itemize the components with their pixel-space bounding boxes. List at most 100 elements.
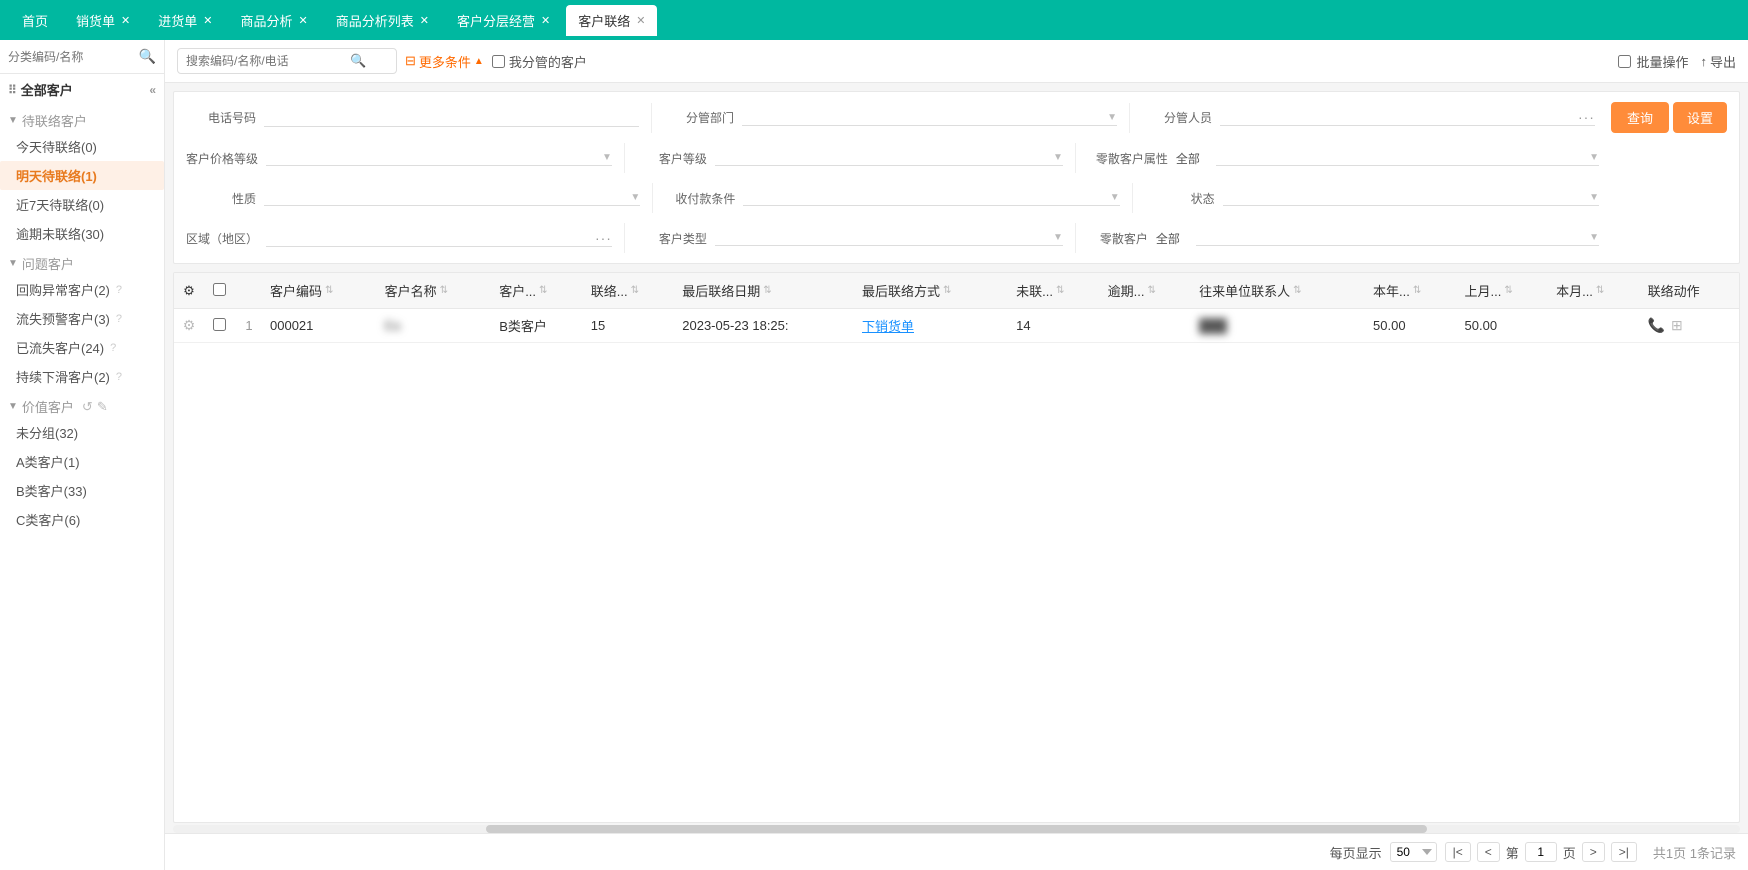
- col-unit-contacts-sort-icon[interactable]: ⇅: [1293, 285, 1301, 296]
- col-type-sort-icon[interactable]: ⇅: [539, 285, 547, 296]
- filter-dept-select[interactable]: ▼: [742, 110, 1117, 126]
- col-name-header: 客户名称 ⇅: [379, 273, 494, 309]
- col-contact-count-sort-icon[interactable]: ⇅: [631, 285, 639, 296]
- row-gear-cell: ⚙: [174, 309, 204, 343]
- filter-payment-select[interactable]: ▼: [743, 190, 1119, 206]
- sidebar-item-abnormal[interactable]: 回购异常客户(2) ?: [0, 275, 164, 304]
- filter-dept-label: 分管部门: [664, 109, 734, 126]
- lost-help-icon[interactable]: ?: [110, 342, 116, 354]
- col-last-month-sort-icon[interactable]: ⇅: [1504, 285, 1512, 296]
- abnormal-help-icon[interactable]: ?: [116, 284, 122, 296]
- nav-customer-tier[interactable]: 客户分层经营 ✕: [445, 5, 562, 36]
- sidebar-item-overdue[interactable]: 逾期未联络(30): [0, 219, 164, 248]
- filter-price-tier-select[interactable]: ▼: [266, 150, 612, 166]
- last-page-btn[interactable]: >|: [1611, 842, 1637, 862]
- sidebar-item-week[interactable]: 近7天待联络(0): [0, 190, 164, 219]
- sidebar-search-icon[interactable]: 🔍: [139, 48, 156, 65]
- filter-region-dots[interactable]: ···: [595, 230, 612, 246]
- horizontal-scrollbar[interactable]: [173, 825, 1740, 833]
- nav-customer-tier-close[interactable]: ✕: [541, 14, 550, 27]
- prev-page-btn[interactable]: <: [1477, 842, 1500, 862]
- first-page-btn[interactable]: |<: [1445, 842, 1471, 862]
- filter-cust-type-select[interactable]: ▼: [715, 230, 1063, 246]
- scroll-thumb[interactable]: [486, 825, 1426, 833]
- filter-cust-type-label: 客户类型: [637, 230, 707, 247]
- next-page-btn[interactable]: >: [1582, 842, 1605, 862]
- row-checkbox[interactable]: [213, 318, 226, 331]
- col-not-contacted-header: 未联... ⇅: [1010, 273, 1102, 309]
- nav-home[interactable]: 首页: [10, 5, 60, 36]
- nav-product-analysis-close[interactable]: ✕: [299, 14, 308, 27]
- col-last-method-label: 最后联络方式: [862, 281, 940, 300]
- filter-row-3: 性质 ▼ 收付款条件 ▼ 状态: [186, 183, 1727, 213]
- batch-ops-btn[interactable]: 批量操作: [1618, 52, 1688, 71]
- select-all-checkbox[interactable]: [213, 283, 226, 296]
- nav-purchase[interactable]: 进货单 ✕: [146, 5, 224, 36]
- nav-customer-contact[interactable]: 客户联络 ✕: [566, 5, 657, 36]
- row-actions-cell: 📞 ⊞: [1642, 309, 1739, 343]
- sidebar-item-lost[interactable]: 已流失客户(24) ?: [0, 333, 164, 362]
- value-group-refresh-icon[interactable]: ↺: [82, 399, 93, 415]
- main-search-icon[interactable]: 🔍: [350, 53, 366, 69]
- col-not-contacted-sort-icon[interactable]: ⇅: [1056, 285, 1064, 296]
- sidebar-item-class-b[interactable]: B类客户(33): [0, 476, 164, 505]
- filter-cust-tier-select[interactable]: ▼: [715, 150, 1063, 166]
- my-customers-checkbox[interactable]: [492, 55, 505, 68]
- batch-ops-checkbox[interactable]: [1618, 55, 1631, 68]
- more-filters-btn[interactable]: ⊟ 更多条件 ▲: [405, 52, 484, 71]
- nav-product-analysis-list-close[interactable]: ✕: [420, 14, 429, 27]
- col-this-month-sort-icon[interactable]: ⇅: [1596, 285, 1604, 296]
- filter-manager-dots[interactable]: ···: [1578, 109, 1595, 125]
- row-overdue-cell: [1102, 309, 1194, 343]
- sidebar-item-today[interactable]: 今天待联络(0): [0, 132, 164, 161]
- filter-retail-attr-select[interactable]: ▼: [1216, 150, 1599, 166]
- sidebar-all-customers[interactable]: ⠿ 全部客户 «: [0, 74, 164, 105]
- row-name[interactable]: Ea: [385, 318, 401, 333]
- filter-region: 区域（地区） ···: [186, 230, 612, 247]
- filter-row-1: 电话号码 分管部门 ▼ 分管人员 ···: [186, 102, 1727, 133]
- col-last-date-sort-icon[interactable]: ⇅: [763, 285, 771, 296]
- per-page-select[interactable]: 50 100 200: [1390, 842, 1437, 862]
- col-last-method-sort-icon[interactable]: ⇅: [943, 285, 951, 296]
- lost-risk-help-icon[interactable]: ?: [116, 313, 122, 325]
- col-code-sort-icon[interactable]: ⇅: [325, 285, 333, 296]
- sidebar-item-declining[interactable]: 持续下滑客户(2) ?: [0, 362, 164, 391]
- page-input[interactable]: [1525, 842, 1557, 862]
- value-group-edit-icon[interactable]: ✎: [97, 399, 108, 415]
- sidebar-item-class-c[interactable]: C类客户(6): [0, 505, 164, 534]
- sidebar-collapse-icon[interactable]: «: [149, 83, 156, 97]
- action-grid-icon[interactable]: ⊞: [1671, 317, 1683, 334]
- export-btn[interactable]: ↑ 导出: [1700, 52, 1736, 71]
- action-phone-icon[interactable]: 📞: [1648, 317, 1665, 334]
- sidebar-item-ungrouped[interactable]: 未分组(32): [0, 418, 164, 447]
- sidebar-search-input[interactable]: [8, 50, 135, 64]
- nav-sales-close[interactable]: ✕: [121, 14, 130, 27]
- my-customers-filter[interactable]: 我分管的客户: [492, 52, 587, 71]
- nav-sales[interactable]: 销货单 ✕: [64, 5, 142, 36]
- sidebar-item-tomorrow[interactable]: 明天待联络(1): [0, 161, 164, 190]
- nav-customer-contact-close[interactable]: ✕: [636, 14, 645, 27]
- sidebar-item-lost-risk[interactable]: 流失预警客户(3) ?: [0, 304, 164, 333]
- nav-product-analysis[interactable]: 商品分析 ✕: [228, 5, 319, 36]
- gear-header-icon[interactable]: ⚙: [183, 283, 195, 298]
- col-this-year-sort-icon[interactable]: ⇅: [1413, 285, 1421, 296]
- declining-help-icon[interactable]: ?: [116, 371, 122, 383]
- col-overdue-sort-icon[interactable]: ⇅: [1147, 285, 1155, 296]
- col-contact-count-header: 联络... ⇅: [585, 273, 677, 309]
- filter-nature-select[interactable]: ▼: [264, 190, 640, 206]
- row-last-method[interactable]: 下销货单: [862, 319, 914, 334]
- filter-retail-cust-select[interactable]: ▼: [1196, 230, 1599, 246]
- filter-retail-cust: 零散客户 全部 ▼: [1088, 230, 1599, 247]
- row-type: B类客户: [499, 319, 547, 334]
- sidebar-item-class-a[interactable]: A类客户(1): [0, 447, 164, 476]
- settings-btn[interactable]: 设置: [1673, 102, 1727, 133]
- filter-status-select[interactable]: ▼: [1223, 190, 1599, 206]
- filter-phone-input[interactable]: [264, 108, 639, 127]
- query-btn[interactable]: 查询: [1611, 102, 1669, 133]
- filter-panel: 电话号码 分管部门 ▼ 分管人员 ···: [173, 91, 1740, 264]
- col-name-sort-icon[interactable]: ⇅: [440, 285, 448, 296]
- nav-product-analysis-list[interactable]: 商品分析列表 ✕: [324, 5, 441, 36]
- row-gear-icon[interactable]: ⚙: [183, 317, 196, 333]
- main-search-input[interactable]: [186, 54, 346, 68]
- nav-purchase-close[interactable]: ✕: [203, 14, 212, 27]
